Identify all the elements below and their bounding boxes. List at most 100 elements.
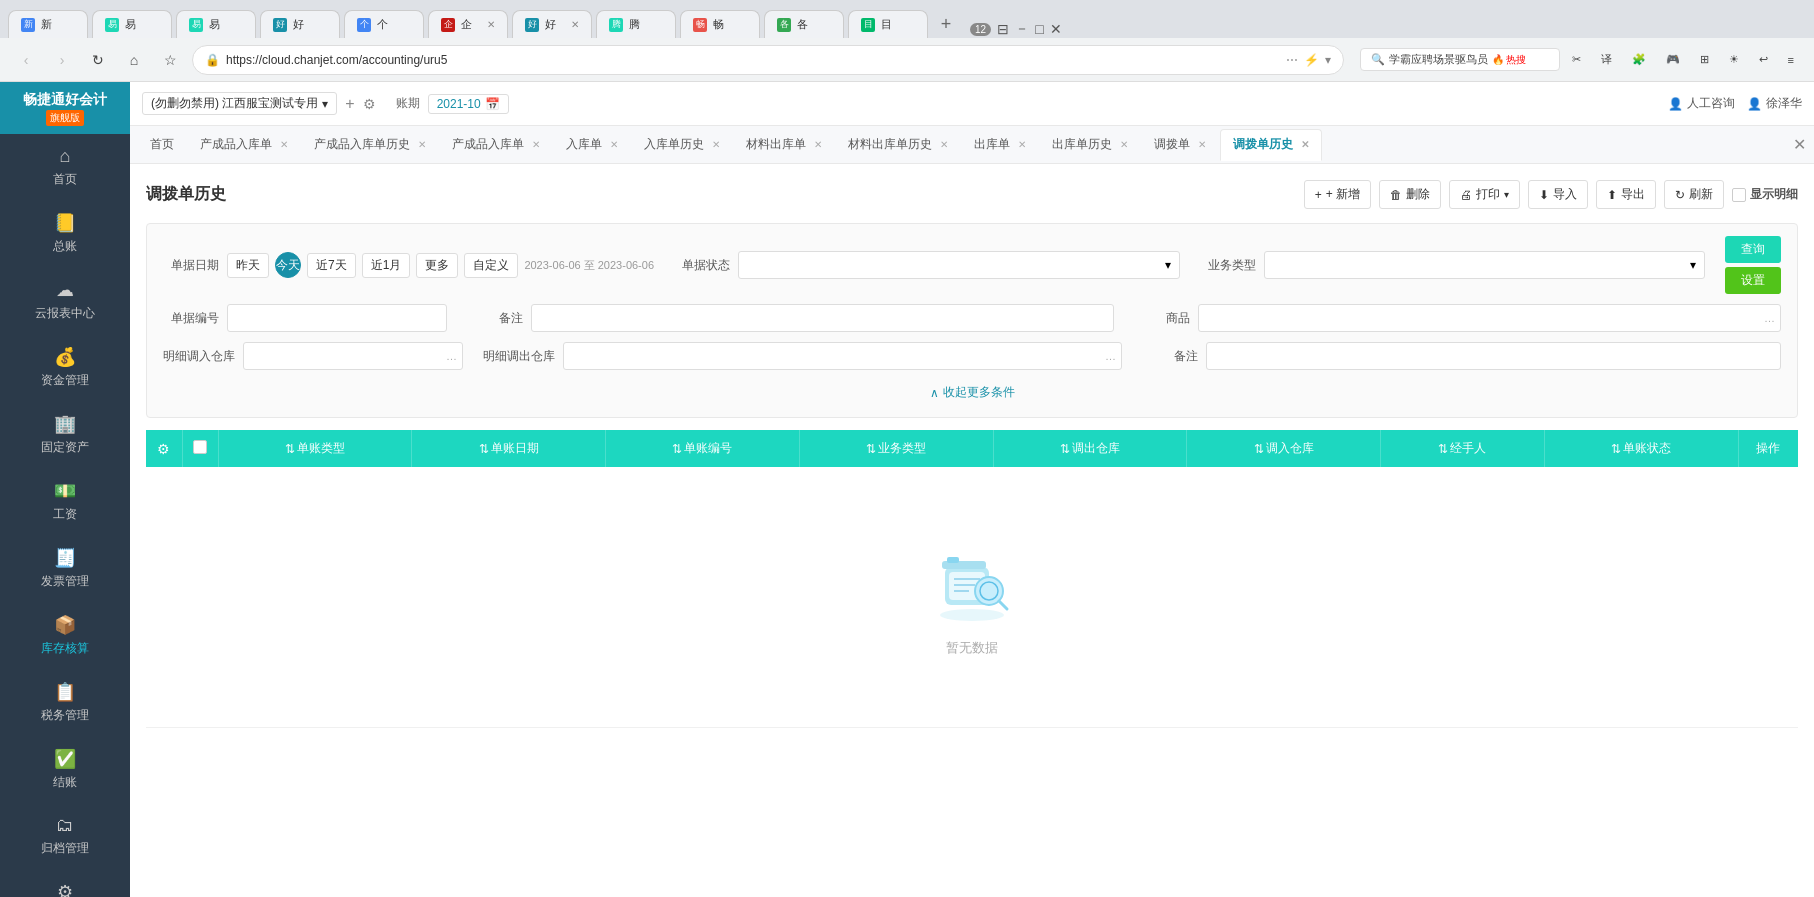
new-button[interactable]: + + 新增 bbox=[1304, 180, 1371, 209]
browser-tab-2[interactable]: 易 易 bbox=[176, 10, 256, 38]
checkbox-display[interactable] bbox=[1732, 188, 1746, 202]
date-btn-1month[interactable]: 近1月 bbox=[362, 253, 411, 278]
tab-close-inbound2[interactable]: ✕ bbox=[532, 139, 540, 150]
content-tab-material-out[interactable]: 材料出库单 ✕ bbox=[734, 129, 834, 161]
back-button[interactable]: ‹ bbox=[12, 46, 40, 74]
sidebar-item-assets[interactable]: 🏢 固定资产 bbox=[0, 401, 130, 468]
th-status[interactable]: ⇅ 单账状态 bbox=[1544, 430, 1738, 467]
address-bar-dropdown[interactable]: ⋯ bbox=[1286, 53, 1298, 67]
user-service-btn[interactable]: 👤 人工咨询 bbox=[1668, 95, 1735, 112]
browser-tab-8[interactable]: 畅 畅 bbox=[680, 10, 760, 38]
sidebar-item-salary[interactable]: 💵 工资 bbox=[0, 468, 130, 535]
filter-settings-button[interactable]: 设置 bbox=[1725, 267, 1781, 294]
remark-input[interactable] bbox=[531, 304, 1114, 332]
content-tab-inbound-hist1[interactable]: 产成品入库单历史 ✕ bbox=[302, 129, 438, 161]
th-doc-type[interactable]: ⇅ 单账类型 bbox=[218, 430, 412, 467]
settings-gear-icon[interactable]: ⚙ bbox=[363, 96, 376, 112]
column-settings-icon[interactable]: ⚙ bbox=[157, 441, 170, 457]
brightness-icon[interactable]: ☀ bbox=[1721, 49, 1747, 70]
print-button[interactable]: 🖨 打印 ▾ bbox=[1449, 180, 1520, 209]
add-company-btn[interactable]: + bbox=[345, 95, 354, 113]
content-tab-stock-out-hist[interactable]: 出库单历史 ✕ bbox=[1040, 129, 1140, 161]
to-warehouse-input[interactable] bbox=[563, 342, 1122, 370]
tab-close-stock-out[interactable]: ✕ bbox=[1018, 139, 1026, 150]
from-warehouse-ellipsis[interactable]: … bbox=[446, 350, 457, 362]
sidebar-item-home[interactable]: ⌂ 首页 bbox=[0, 134, 130, 200]
sidebar-item-settings[interactable]: ⚙ 基础设置 bbox=[0, 869, 130, 897]
to-warehouse-ellipsis[interactable]: … bbox=[1105, 350, 1116, 362]
browser-tab-6[interactable]: 好 好 ✕ bbox=[512, 10, 592, 38]
sidebar-item-capital[interactable]: 💰 资金管理 bbox=[0, 334, 130, 401]
new-browser-tab-button[interactable]: + bbox=[932, 10, 960, 38]
tab-close-stock-in[interactable]: ✕ bbox=[610, 139, 618, 150]
tab-close-stock-out-hist[interactable]: ✕ bbox=[1120, 139, 1128, 150]
date-btn-today[interactable]: 今天 bbox=[275, 252, 301, 278]
content-tab-home[interactable]: 首页 bbox=[138, 129, 186, 161]
browser-tab-10[interactable]: 目 目 bbox=[848, 10, 928, 38]
search-bar[interactable]: 🔍 学霸应聘场景驱鸟员 🔥 热搜 bbox=[1360, 48, 1560, 71]
tab-close-6[interactable]: ✕ bbox=[571, 19, 579, 30]
export-button[interactable]: ⬆ 导出 bbox=[1596, 180, 1656, 209]
address-bar[interactable]: 🔒 https://cloud.chanjet.com/accounting/u… bbox=[192, 45, 1344, 75]
display-toggle[interactable]: 显示明细 bbox=[1732, 186, 1798, 203]
reload-button[interactable]: ↻ bbox=[84, 46, 112, 74]
extension-icon[interactable]: 🧩 bbox=[1624, 49, 1654, 70]
content-tab-stock-in-hist[interactable]: 入库单历史 ✕ bbox=[632, 129, 732, 161]
browser-tab-9[interactable]: 各 各 bbox=[764, 10, 844, 38]
query-button[interactable]: 查询 bbox=[1725, 236, 1781, 263]
company-selector[interactable]: (勿删勿禁用) 江西服宝测试专用 ▾ bbox=[142, 92, 337, 115]
refresh-button[interactable]: ↻ 刷新 bbox=[1664, 180, 1724, 209]
goods-input[interactable] bbox=[1198, 304, 1781, 332]
bookmark-button[interactable]: ☆ bbox=[156, 46, 184, 74]
menu-icon[interactable]: ≡ bbox=[1780, 50, 1802, 70]
tab-close-stock-in-hist[interactable]: ✕ bbox=[712, 139, 720, 150]
sidebar-item-ledger[interactable]: 📒 总账 bbox=[0, 200, 130, 267]
select-all-checkbox[interactable] bbox=[193, 440, 207, 454]
tab-close-material-out-hist[interactable]: ✕ bbox=[940, 139, 948, 150]
tab-close-material-out[interactable]: ✕ bbox=[814, 139, 822, 150]
date-btn-custom[interactable]: 自定义 bbox=[464, 253, 518, 278]
biztype-select[interactable]: ▾ bbox=[1264, 251, 1705, 279]
grid-icon[interactable]: ⊞ bbox=[1692, 49, 1717, 70]
close-browser-icon[interactable]: ✕ bbox=[1050, 21, 1062, 37]
tab-close-5[interactable]: ✕ bbox=[487, 19, 495, 30]
browser-tab-1[interactable]: 易 易 bbox=[92, 10, 172, 38]
game-icon[interactable]: 🎮 bbox=[1658, 49, 1688, 70]
th-doc-date[interactable]: ⇅ 单账日期 bbox=[412, 430, 606, 467]
collapse-button[interactable]: ∧ 收起更多条件 bbox=[926, 380, 1019, 405]
th-operator[interactable]: ⇅ 经手人 bbox=[1381, 430, 1545, 467]
th-biz-type[interactable]: ⇅ 业务类型 bbox=[799, 430, 993, 467]
content-tab-stock-in[interactable]: 入库单 ✕ bbox=[554, 129, 630, 161]
scissors-icon[interactable]: ✂ bbox=[1564, 49, 1589, 70]
content-tab-material-out-hist[interactable]: 材料出库单历史 ✕ bbox=[836, 129, 960, 161]
docno-input[interactable] bbox=[227, 304, 447, 332]
browser-tab-3[interactable]: 好 好 bbox=[260, 10, 340, 38]
sidebar-item-tax[interactable]: 📋 税务管理 bbox=[0, 669, 130, 736]
content-tab-transfer[interactable]: 调拨单 ✕ bbox=[1142, 129, 1218, 161]
translate-button[interactable]: 译 bbox=[1593, 48, 1620, 71]
period-value[interactable]: 2021-10 📅 bbox=[428, 94, 509, 114]
content-tab-stock-out[interactable]: 出库单 ✕ bbox=[962, 129, 1038, 161]
date-btn-yesterday[interactable]: 昨天 bbox=[227, 253, 269, 278]
close-all-tabs-btn[interactable]: ✕ bbox=[1793, 135, 1806, 154]
sidebar-item-archive[interactable]: 🗂 归档管理 bbox=[0, 803, 130, 869]
th-checkbox[interactable] bbox=[182, 430, 218, 467]
th-doc-no[interactable]: ⇅ 单账编号 bbox=[606, 430, 800, 467]
goods-ellipsis-btn[interactable]: … bbox=[1764, 312, 1775, 324]
sidebar-item-invoice[interactable]: 🧾 发票管理 bbox=[0, 535, 130, 602]
content-tab-inbound2[interactable]: 产成品入库单 ✕ bbox=[440, 129, 552, 161]
date-btn-more[interactable]: 更多 bbox=[416, 253, 458, 278]
import-button[interactable]: ⬇ 导入 bbox=[1528, 180, 1588, 209]
th-settings[interactable]: ⚙ bbox=[146, 430, 182, 467]
th-from-wh[interactable]: ⇅ 调出仓库 bbox=[993, 430, 1187, 467]
content-tab-transfer-hist[interactable]: 调拨单历史 ✕ bbox=[1220, 129, 1322, 161]
sidebar-item-inventory[interactable]: 📦 库存核算 bbox=[0, 602, 130, 669]
content-tab-inbound1[interactable]: 产成品入库单 ✕ bbox=[188, 129, 300, 161]
tab-close-transfer-hist[interactable]: ✕ bbox=[1301, 139, 1309, 150]
sidebar-logo[interactable]: 畅捷通好会计 旗舰版 bbox=[0, 82, 130, 134]
undo-icon[interactable]: ↩ bbox=[1751, 49, 1776, 70]
browser-tab-0[interactable]: 新 新 bbox=[8, 10, 88, 38]
address-bar-expand[interactable]: ▾ bbox=[1325, 53, 1331, 67]
status-select[interactable]: ▾ bbox=[738, 251, 1179, 279]
maximize-icon[interactable]: □ bbox=[1035, 21, 1043, 37]
